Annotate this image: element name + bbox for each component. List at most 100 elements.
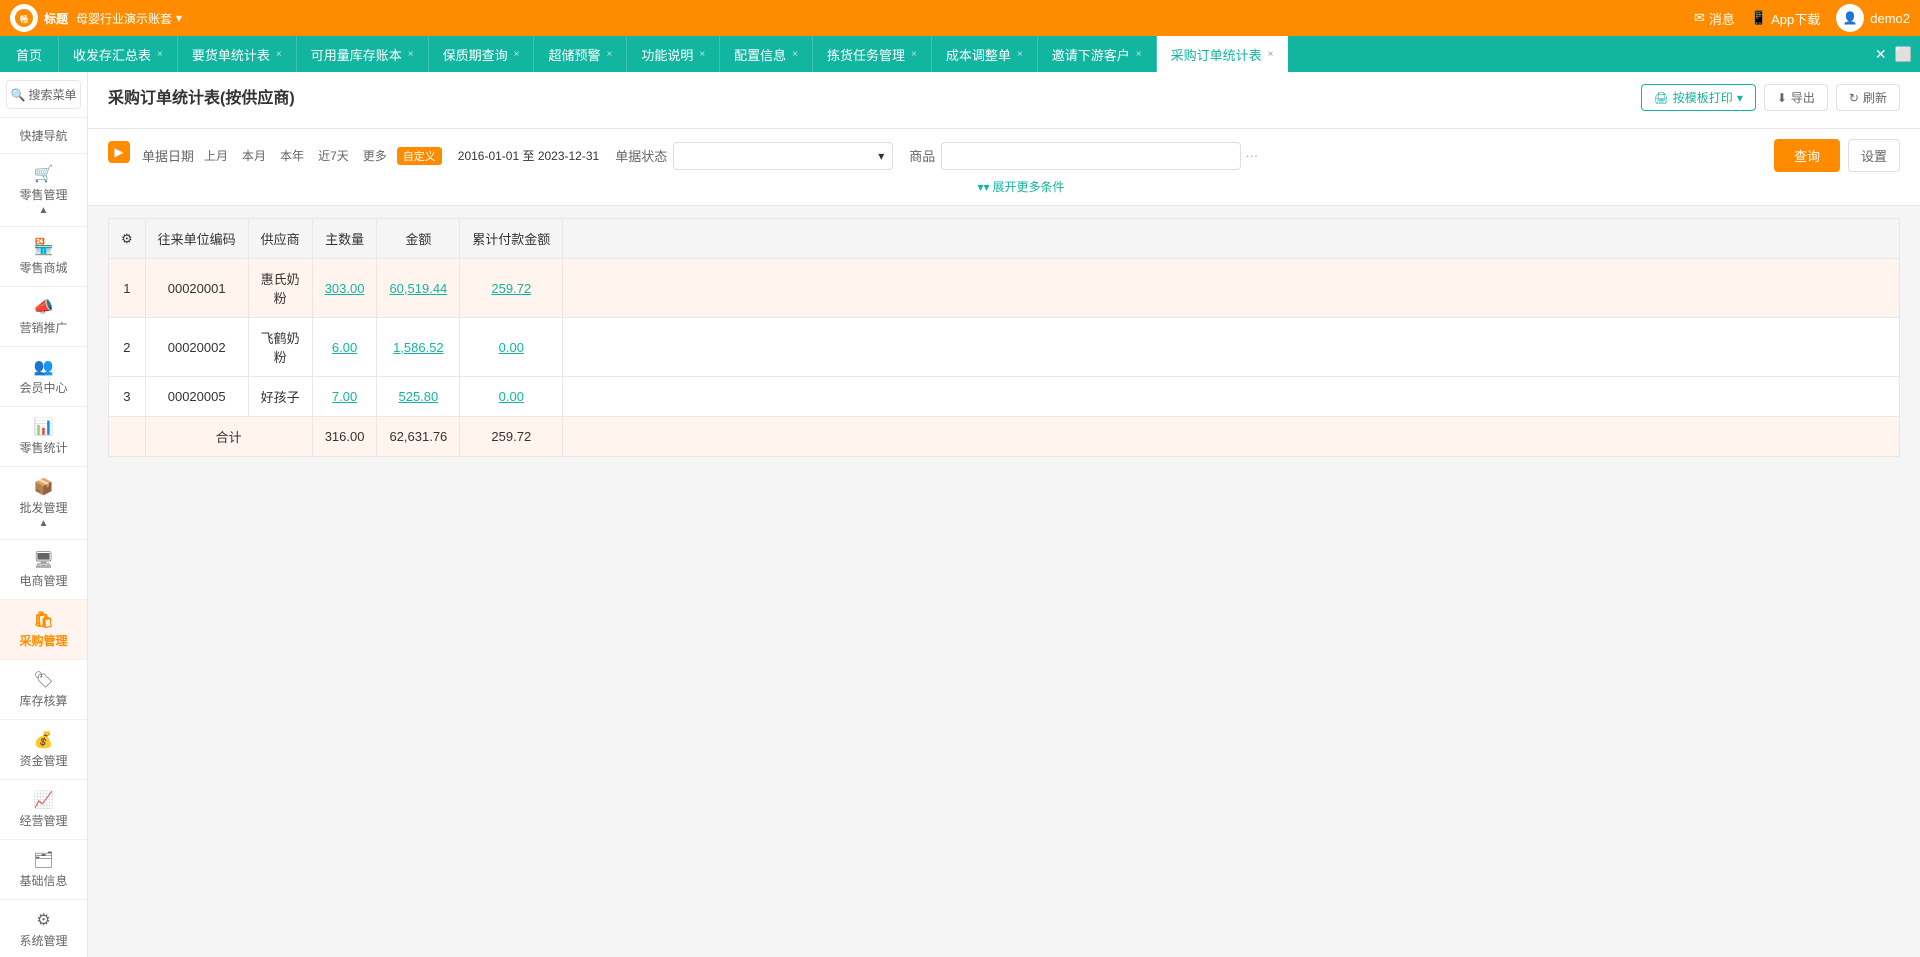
shortcut-this-month[interactable]: 本月 <box>238 146 270 165</box>
settings-btn[interactable]: 设置 <box>1848 139 1900 172</box>
logo-icon: 畅 <box>10 4 38 32</box>
row-2-qty-link[interactable]: 6.00 <box>332 340 357 355</box>
close-tab-overstock-alert[interactable]: × <box>606 49 612 60</box>
workspace-arrow: ▾ <box>176 11 182 25</box>
app-download-btn[interactable]: 📱 App下载 <box>1751 9 1820 28</box>
marketing-label: 营销推广 <box>19 319 67 336</box>
download-icon: 📱 <box>1751 10 1767 26</box>
row-3-paid: 0.00 <box>460 377 563 417</box>
tab-home[interactable]: 首页 <box>0 36 59 72</box>
row-1-paid-link[interactable]: 259.72 <box>491 281 531 296</box>
row-1-qty-link[interactable]: 303.00 <box>325 281 365 296</box>
close-tab-usable-stock[interactable]: × <box>408 49 414 60</box>
top-bar-left: 畅 标题 母婴行业演示账套 ▾ <box>10 4 182 32</box>
sidebar-item-marketing[interactable]: 📣 营销推广 <box>0 287 87 347</box>
username: demo2 <box>1870 11 1910 26</box>
sidebar-item-ops-mgmt[interactable]: 📈 经营管理 <box>0 780 87 840</box>
shortcut-more[interactable]: 更多 <box>359 146 391 165</box>
status-chevron-icon: ▾ <box>878 149 884 163</box>
tab-invite-downstream[interactable]: 邀请下游客户 × <box>1038 36 1157 72</box>
tab-purchase-stats[interactable]: 采购订单统计表 × <box>1157 36 1289 72</box>
gear-icon[interactable]: ⚙ <box>121 231 133 246</box>
tab-usable-stock[interactable]: 可用量库存账本 × <box>297 36 429 72</box>
status-select[interactable]: ▾ <box>673 142 893 170</box>
tab-receive-summary[interactable]: 收发存汇总表 × <box>59 36 178 72</box>
tab-expiry-query-label: 保质期查询 <box>443 45 508 64</box>
close-tab-cost-adjust[interactable]: × <box>1017 49 1023 60</box>
export-btn[interactable]: ⬇ 导出 <box>1764 84 1828 111</box>
shortcut-last-7[interactable]: 近7天 <box>314 146 353 165</box>
row-3-paid-link[interactable]: 0.00 <box>499 389 524 404</box>
template-arrow-icon: ▾ <box>1737 91 1743 105</box>
user-area[interactable]: 👤 demo2 <box>1836 4 1910 32</box>
row-2-amount: 1,586.52 <box>377 318 460 377</box>
sidebar-item-member-center[interactable]: 👥 会员中心 <box>0 347 87 407</box>
search-menu-label: 搜索菜单 <box>28 86 76 103</box>
tab-overstock-alert[interactable]: 超储预警 × <box>534 36 627 72</box>
tab-func-desc[interactable]: 功能说明 × <box>627 36 720 72</box>
tab-home-label: 首页 <box>16 45 42 64</box>
row-3-supplier: 好孩子 <box>248 377 312 417</box>
row-1-amount-link[interactable]: 60,519.44 <box>389 281 447 296</box>
close-tab-invite-downstream[interactable]: × <box>1136 49 1142 60</box>
tab-order-summary[interactable]: 要货单统计表 × <box>178 36 297 72</box>
row-2-amount-link[interactable]: 1,586.52 <box>393 340 444 355</box>
row-3-amount-link[interactable]: 525.80 <box>398 389 438 404</box>
top-bar: 畅 标题 母婴行业演示账套 ▾ ✉ 消息 📱 App下载 👤 demo2 <box>0 0 1920 36</box>
sidebar-item-stock-check[interactable]: 🏷 库存核算 <box>0 660 87 720</box>
sidebar-item-retail-shop[interactable]: 🏪 零售商城 <box>0 227 87 287</box>
tab-cost-adjust[interactable]: 成本调整单 × <box>932 36 1038 72</box>
tab-expiry-query[interactable]: 保质期查询 × <box>429 36 535 72</box>
close-tab-func-desc[interactable]: × <box>699 49 705 60</box>
close-all-tabs[interactable]: ✕ <box>1875 46 1887 63</box>
refresh-btn[interactable]: ↻ 刷新 <box>1836 84 1900 111</box>
retail-mgmt-icon: 🛒 <box>34 164 54 184</box>
top-bar-right: ✉ 消息 📱 App下载 👤 demo2 <box>1694 4 1910 32</box>
row-2-paid-link[interactable]: 0.00 <box>499 340 524 355</box>
tab-config-info-label: 配置信息 <box>734 45 786 64</box>
close-tab-purchase-stats[interactable]: × <box>1268 49 1274 60</box>
shortcut-last-month[interactable]: 上月 <box>200 146 232 165</box>
avatar-icon: 👤 <box>1843 11 1858 25</box>
th-supplier: 供应商 <box>248 219 312 259</box>
close-tab-config-info[interactable]: × <box>792 49 798 60</box>
sidebar-item-retail-mgmt[interactable]: 🛒 零售管理 ▲ <box>0 154 87 227</box>
sidebar-item-purchase-mgmt[interactable]: 🛍 采购管理 <box>0 600 87 660</box>
tab-config-info[interactable]: 配置信息 × <box>720 36 813 72</box>
expand-tabs[interactable]: ⬜ <box>1895 46 1912 63</box>
system-mgmt-icon: ⚙ <box>36 910 50 930</box>
workspace-selector[interactable]: 母婴行业演示账套 ▾ <box>76 10 182 27</box>
sidebar-item-system-mgmt[interactable]: ⚙ 系统管理 <box>0 900 87 957</box>
row-3-qty-link[interactable]: 7.00 <box>332 389 357 404</box>
sidebar-item-finance-mgmt[interactable]: 💰 资金管理 <box>0 720 87 780</box>
filter-collapse-btn[interactable]: ▶ <box>108 141 130 163</box>
close-tab-expiry-query[interactable]: × <box>514 49 520 60</box>
close-tab-receive-summary[interactable]: × <box>157 49 163 60</box>
basic-info-label: 基础信息 <box>19 872 67 889</box>
row-2-extra <box>563 318 1900 377</box>
sidebar-item-wholesale-mgmt[interactable]: 📦 批发管理 ▲ <box>0 467 87 540</box>
close-tab-order-summary[interactable]: × <box>276 49 282 60</box>
template-print-btn[interactable]: 🖨 按模板打印 ▾ <box>1641 84 1756 111</box>
system-mgmt-label: 系统管理 <box>19 932 67 949</box>
refresh-label: 刷新 <box>1863 89 1887 106</box>
sidebar-item-basic-info[interactable]: 🗂 基础信息 <box>0 840 87 900</box>
search-menu-btn[interactable]: 🔍 搜索菜单 <box>6 80 81 109</box>
tab-overstock-alert-label: 超储预警 <box>548 45 600 64</box>
expand-more-conditions-btn[interactable]: ▾▾ 展开更多条件 <box>977 178 1064 195</box>
close-tab-pick-task[interactable]: × <box>911 49 917 60</box>
search-btn[interactable]: 查询 <box>1774 139 1840 172</box>
filter-date-range-item: 2016-01-01 至 2023-12-31 <box>458 147 599 164</box>
goods-input[interactable] <box>941 142 1241 170</box>
avatar: 👤 <box>1836 4 1864 32</box>
tab-pick-task[interactable]: 拣货任务管理 × <box>813 36 932 72</box>
th-code: 往来单位编码 <box>145 219 248 259</box>
goods-more-icon[interactable]: ··· <box>1245 148 1258 163</box>
message-btn[interactable]: ✉ 消息 <box>1694 9 1735 28</box>
quick-nav-label: 快捷导航 <box>19 129 67 143</box>
sidebar-item-retail-stats[interactable]: 📊 零售统计 <box>0 407 87 467</box>
shortcut-this-year[interactable]: 本年 <box>276 146 308 165</box>
quick-nav-btn[interactable]: 快捷导航 <box>0 122 87 149</box>
sidebar-item-ecommerce-mgmt[interactable]: 🖥 电商管理 <box>0 540 87 600</box>
row-1-paid: 259.72 <box>460 259 563 318</box>
